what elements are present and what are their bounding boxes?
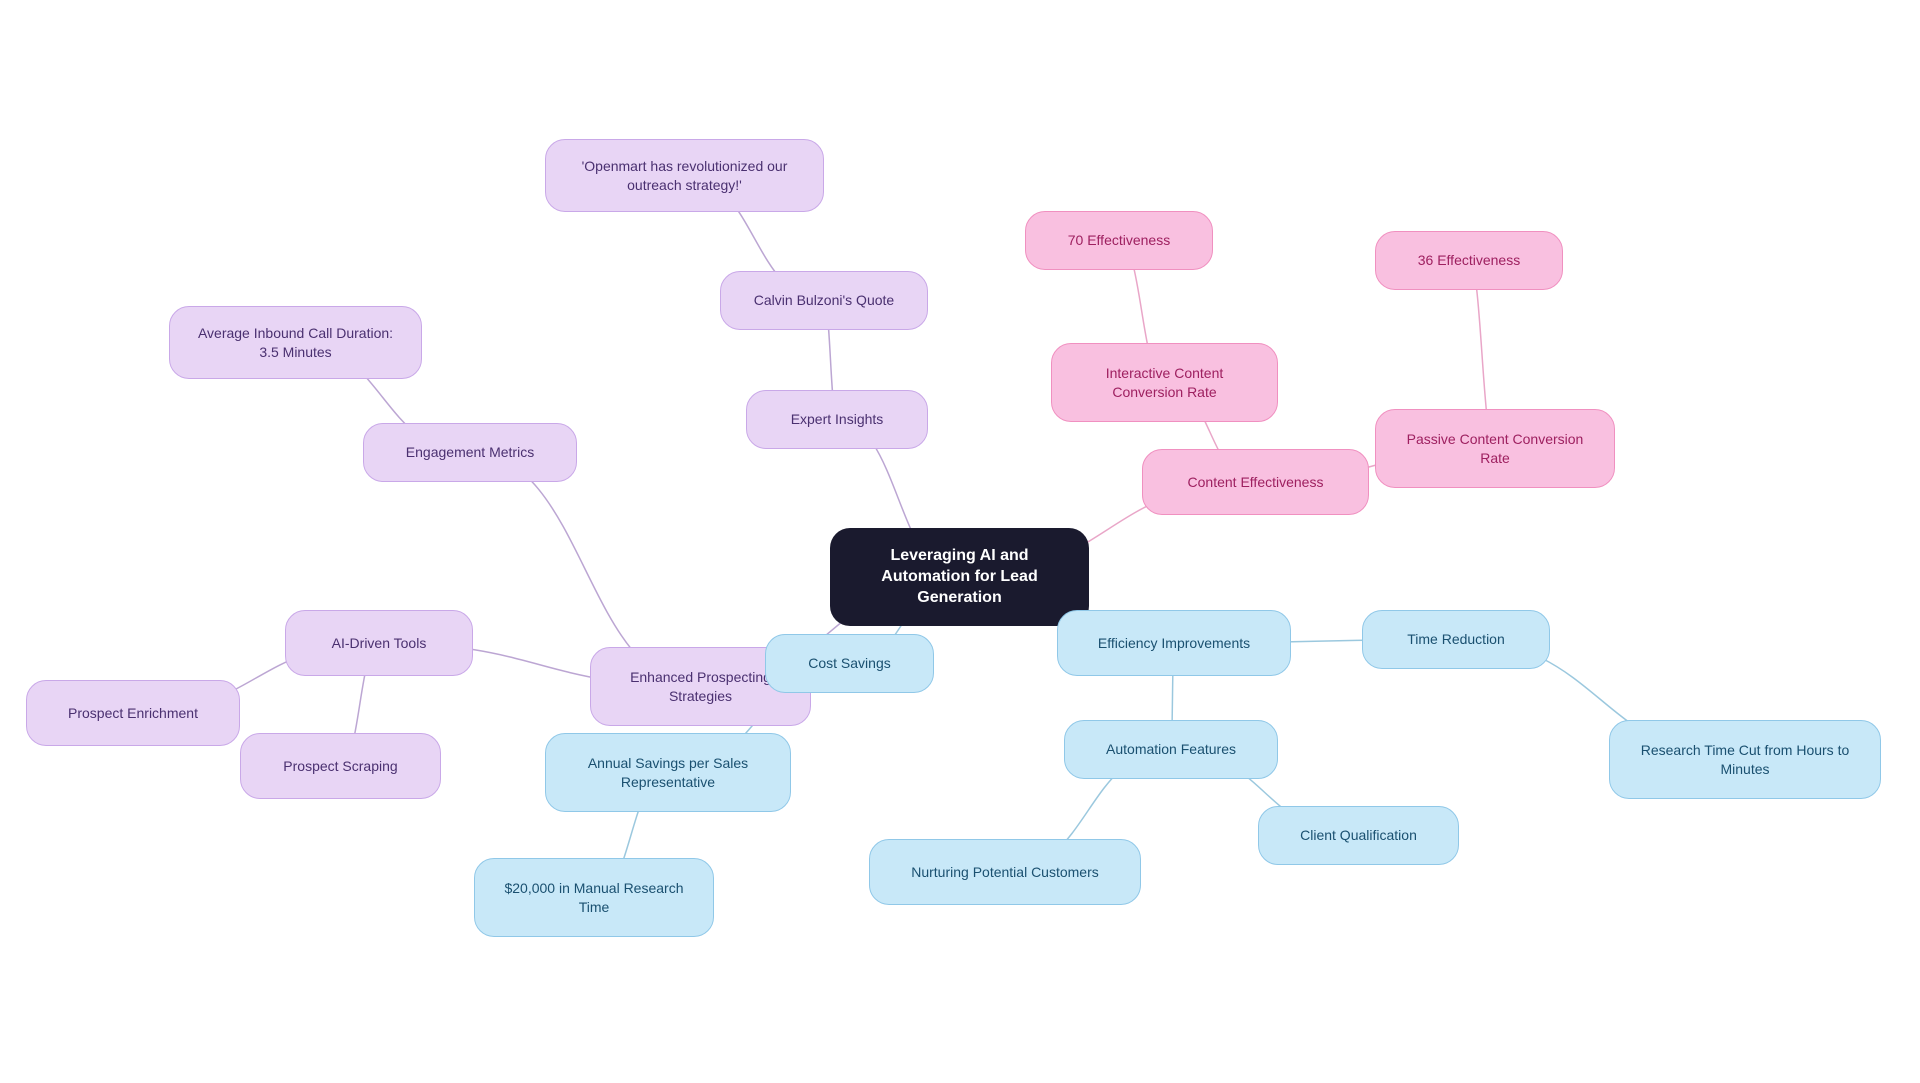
mind-map-container: Leveraging AI and Automation for Lead Ge… xyxy=(0,0,1920,1083)
node-engagementMetrics[interactable]: Engagement Metrics xyxy=(363,423,577,482)
node-center[interactable]: Leveraging AI and Automation for Lead Ge… xyxy=(830,528,1089,626)
node-aiDrivenTools[interactable]: AI-Driven Tools xyxy=(285,610,473,676)
node-prospectEnrichment[interactable]: Prospect Enrichment xyxy=(26,680,240,746)
node-clientQualification[interactable]: Client Qualification xyxy=(1258,806,1459,865)
node-annualSavings[interactable]: Annual Savings per Sales Representative xyxy=(545,733,791,812)
node-expertInsights[interactable]: Expert Insights xyxy=(746,390,928,449)
node-avgCallDuration[interactable]: Average Inbound Call Duration: 3.5 Minut… xyxy=(169,306,422,379)
node-prospectScraping[interactable]: Prospect Scraping xyxy=(240,733,441,799)
node-nurturingCustomers[interactable]: Nurturing Potential Customers xyxy=(869,839,1141,905)
node-manualResearch[interactable]: $20,000 in Manual Research Time xyxy=(474,858,714,937)
node-effectiveness70[interactable]: 70 Effectiveness xyxy=(1025,211,1213,270)
node-calvinBulzoni[interactable]: Calvin Bulzoni's Quote xyxy=(720,271,928,330)
node-contentEffectiveness[interactable]: Content Effectiveness xyxy=(1142,449,1369,515)
node-timeReduction[interactable]: Time Reduction xyxy=(1362,610,1550,669)
node-automationFeatures[interactable]: Automation Features xyxy=(1064,720,1278,779)
node-passiveContent[interactable]: Passive Content Conversion Rate xyxy=(1375,409,1615,488)
node-interactiveContent[interactable]: Interactive Content Conversion Rate xyxy=(1051,343,1278,422)
node-effectiveness36[interactable]: 36 Effectiveness xyxy=(1375,231,1563,290)
node-efficiencyImprovements[interactable]: Efficiency Improvements xyxy=(1057,610,1291,676)
node-researchTimeCut[interactable]: Research Time Cut from Hours to Minutes xyxy=(1609,720,1881,799)
node-costSavings[interactable]: Cost Savings xyxy=(765,634,934,693)
node-openmart[interactable]: 'Openmart has revolutionized our outreac… xyxy=(545,139,824,212)
